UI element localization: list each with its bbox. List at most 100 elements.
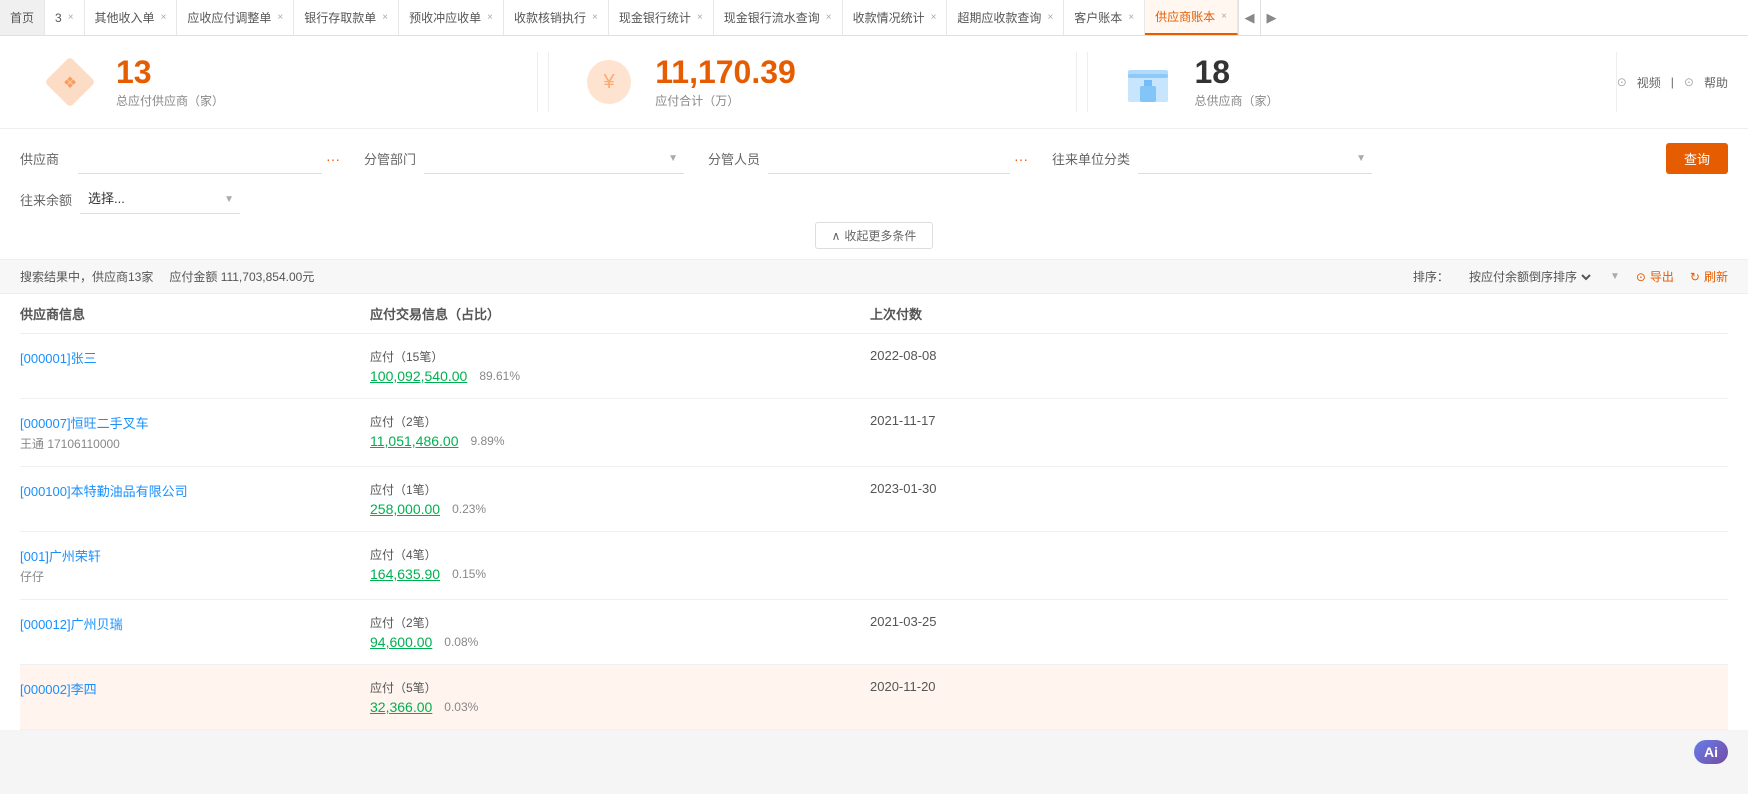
close-icon[interactable]: × <box>697 12 703 23</box>
nav-prev-arrow[interactable]: ◀ <box>1238 0 1260 35</box>
close-icon[interactable]: × <box>68 12 74 23</box>
person-input[interactable] <box>768 144 1010 174</box>
nav-tab-customer-account[interactable]: 客户账本 × <box>1064 0 1145 35</box>
payable-info-2: 应付（2笔） 11,051,486.00 9.89% <box>370 413 870 449</box>
close-icon[interactable]: × <box>277 12 283 23</box>
close-icon[interactable]: × <box>1128 12 1134 23</box>
nav-tab-other-income-label: 其他收入单 <box>95 9 155 26</box>
filter-item-balance: 往来余额 选择... ▼ <box>20 184 240 214</box>
last-pay-cell-6: 2020-11-20 <box>870 679 1728 694</box>
nav-next-arrow[interactable]: ▶ <box>1260 0 1282 35</box>
table-row: [000001]张三 应付（15笔） 100,092,540.00 89.61%… <box>20 334 1728 399</box>
help-link[interactable]: 帮助 <box>1704 74 1728 91</box>
filter-area: 供应商 ··· 分管部门 ▼ 分管人员 ··· 往来单位分类 <box>0 129 1748 260</box>
payable-amount-1[interactable]: 100,092,540.00 <box>370 368 467 384</box>
payable-row-3: 258,000.00 0.23% <box>370 501 870 517</box>
result-supplier-count: 搜索结果中，供应商13家 <box>20 268 153 285</box>
nav-tab-prepay[interactable]: 预收冲应收单 × <box>399 0 504 35</box>
supplier-icon: ❖ <box>40 52 100 112</box>
nav-tab-3[interactable]: 3 × <box>45 0 85 35</box>
payable-label-6: 应付（5笔） <box>370 679 870 696</box>
nav-tab-overdue-query[interactable]: 超期应收款查询 × <box>947 0 1064 35</box>
unit-class-select[interactable] <box>1138 144 1372 174</box>
nav-tab-other-income[interactable]: 其他收入单 × <box>85 0 178 35</box>
close-icon[interactable]: × <box>592 12 598 23</box>
payable-amount: 11,170.39 <box>655 56 796 88</box>
filter-item-supplier: 供应商 ··· <box>20 144 340 174</box>
sort-select[interactable]: 按应付余额倒序排序 <box>1465 269 1594 285</box>
payable-percent-3: 0.23% <box>452 502 486 516</box>
supplier-cell-4: [001]广州荣轩 仔仔 <box>20 546 370 585</box>
supplier-input[interactable] <box>78 144 322 174</box>
close-icon[interactable]: × <box>1047 12 1053 23</box>
unit-class-label: 往来单位分类 <box>1052 149 1130 168</box>
divider-2 <box>1087 52 1088 112</box>
balance-select[interactable]: 选择... <box>80 184 240 214</box>
nav-tab-collection-exec[interactable]: 收款核销执行 × <box>504 0 609 35</box>
ai-badge[interactable]: Ai <box>1694 740 1728 764</box>
unit-class-select-wrapper: ▼ <box>1138 144 1372 174</box>
result-bar: 搜索结果中，供应商13家 应付金额 111,703,854.00元 排序： 按应… <box>0 260 1748 294</box>
table-row: [000007]恒旺二手叉车 王通 17106110000 应付（2笔） 11,… <box>20 399 1728 467</box>
close-icon[interactable]: × <box>487 12 493 23</box>
collapse-icon: ∧ <box>832 229 841 243</box>
dept-select[interactable] <box>424 144 684 174</box>
supplier-link-2[interactable]: [000007]恒旺二手叉车 <box>20 416 149 431</box>
payable-amount-2[interactable]: 11,051,486.00 <box>370 433 459 449</box>
balance-label: 往来余额 <box>20 190 72 209</box>
close-icon[interactable]: × <box>161 12 167 23</box>
nav-tab-cash-bank-stat-label: 现金银行统计 <box>619 9 691 26</box>
result-amount: 应付金额 111,703,854.00元 <box>169 268 314 285</box>
nav-tab-bank-deposit-label: 银行存取款单 <box>304 9 376 26</box>
payable-cell-5: 应付（2笔） 94,600.00 0.08% <box>370 614 870 650</box>
col-header-last-pay: 上次付数 <box>870 304 1728 323</box>
payable-amount-6[interactable]: 32,366.00 <box>370 699 432 715</box>
last-pay-date-2: 2021-11-17 <box>870 413 936 428</box>
video-link[interactable]: 视频 <box>1637 74 1661 91</box>
nav-tab-home[interactable]: 首页 <box>0 0 45 35</box>
payable-amount-3[interactable]: 258,000.00 <box>370 501 440 517</box>
filter-row-2: 往来余额 选择... ▼ <box>20 184 1728 214</box>
collapse-button[interactable]: ∧ 收起更多条件 <box>815 222 934 249</box>
close-icon[interactable]: × <box>382 12 388 23</box>
nav-tab-prepay-label: 预收冲应收单 <box>409 9 481 26</box>
nav-tab-cash-bank-flow[interactable]: 现金银行流水查询 × <box>714 0 843 35</box>
query-button[interactable]: 查询 <box>1666 143 1728 174</box>
person-dots-icon[interactable]: ··· <box>1014 151 1028 167</box>
nav-tab-ap-adjust[interactable]: 应收应付调整单 × <box>177 0 294 35</box>
payable-label-1: 应付（15笔） <box>370 348 870 365</box>
supplier-sub-4: 仔仔 <box>20 568 370 585</box>
payable-amount-5[interactable]: 94,600.00 <box>370 634 432 650</box>
dept-filter-label: 分管部门 <box>364 149 416 168</box>
supplier-sub-2: 王通 17106110000 <box>20 435 370 452</box>
supplier-link-6[interactable]: [000002]李四 <box>20 682 97 697</box>
supplier-count-label: 总应付供应商（家） <box>116 92 224 109</box>
supplier-link-1[interactable]: [000001]张三 <box>20 351 97 366</box>
close-icon[interactable]: × <box>931 12 937 23</box>
supplier-dots-icon[interactable]: ··· <box>326 151 340 167</box>
nav-tab-collection-stat[interactable]: 收款情况统计 × <box>843 0 948 35</box>
table-row: [000100]本特勤油品有限公司 应付（1笔） 258,000.00 0.23… <box>20 467 1728 532</box>
payable-row-5: 94,600.00 0.08% <box>370 634 870 650</box>
nav-tab-supplier-account[interactable]: 供应商账本 × <box>1145 0 1238 35</box>
total-supplier-count: 18 <box>1194 56 1278 88</box>
close-icon[interactable]: × <box>1221 11 1227 22</box>
nav-tab-cash-bank-stat[interactable]: 现金银行统计 × <box>609 0 714 35</box>
result-bar-left: 搜索结果中，供应商13家 应付金额 111,703,854.00元 <box>20 268 314 285</box>
refresh-button[interactable]: ↻ 刷新 <box>1690 268 1728 285</box>
supplier-link-4[interactable]: [001]广州荣轩 <box>20 549 101 564</box>
payable-label-3: 应付（1笔） <box>370 481 870 498</box>
export-button[interactable]: ⊙ 导出 <box>1636 268 1674 285</box>
supplier-link-5[interactable]: [000012]广州贝瑞 <box>20 617 123 632</box>
nav-tab-bank-deposit[interactable]: 银行存取款单 × <box>294 0 399 35</box>
supplier-link-3[interactable]: [000100]本特勤油品有限公司 <box>20 484 188 499</box>
payable-cell-1: 应付（15笔） 100,092,540.00 89.61% <box>370 348 870 384</box>
payable-cell-6: 应付（5笔） 32,366.00 0.03% <box>370 679 870 715</box>
payable-label-4: 应付（4笔） <box>370 546 870 563</box>
chevron-sort-icon: ▼ <box>1610 271 1620 282</box>
payable-amount-4[interactable]: 164,635.90 <box>370 566 440 582</box>
close-icon[interactable]: × <box>826 12 832 23</box>
table-container: 供应商信息 应付交易信息（占比） 上次付数 [000001]张三 应付（15笔）… <box>0 294 1748 730</box>
sort-label: 排序： <box>1413 268 1449 285</box>
payable-info-6: 应付（5笔） 32,366.00 0.03% <box>370 679 870 715</box>
